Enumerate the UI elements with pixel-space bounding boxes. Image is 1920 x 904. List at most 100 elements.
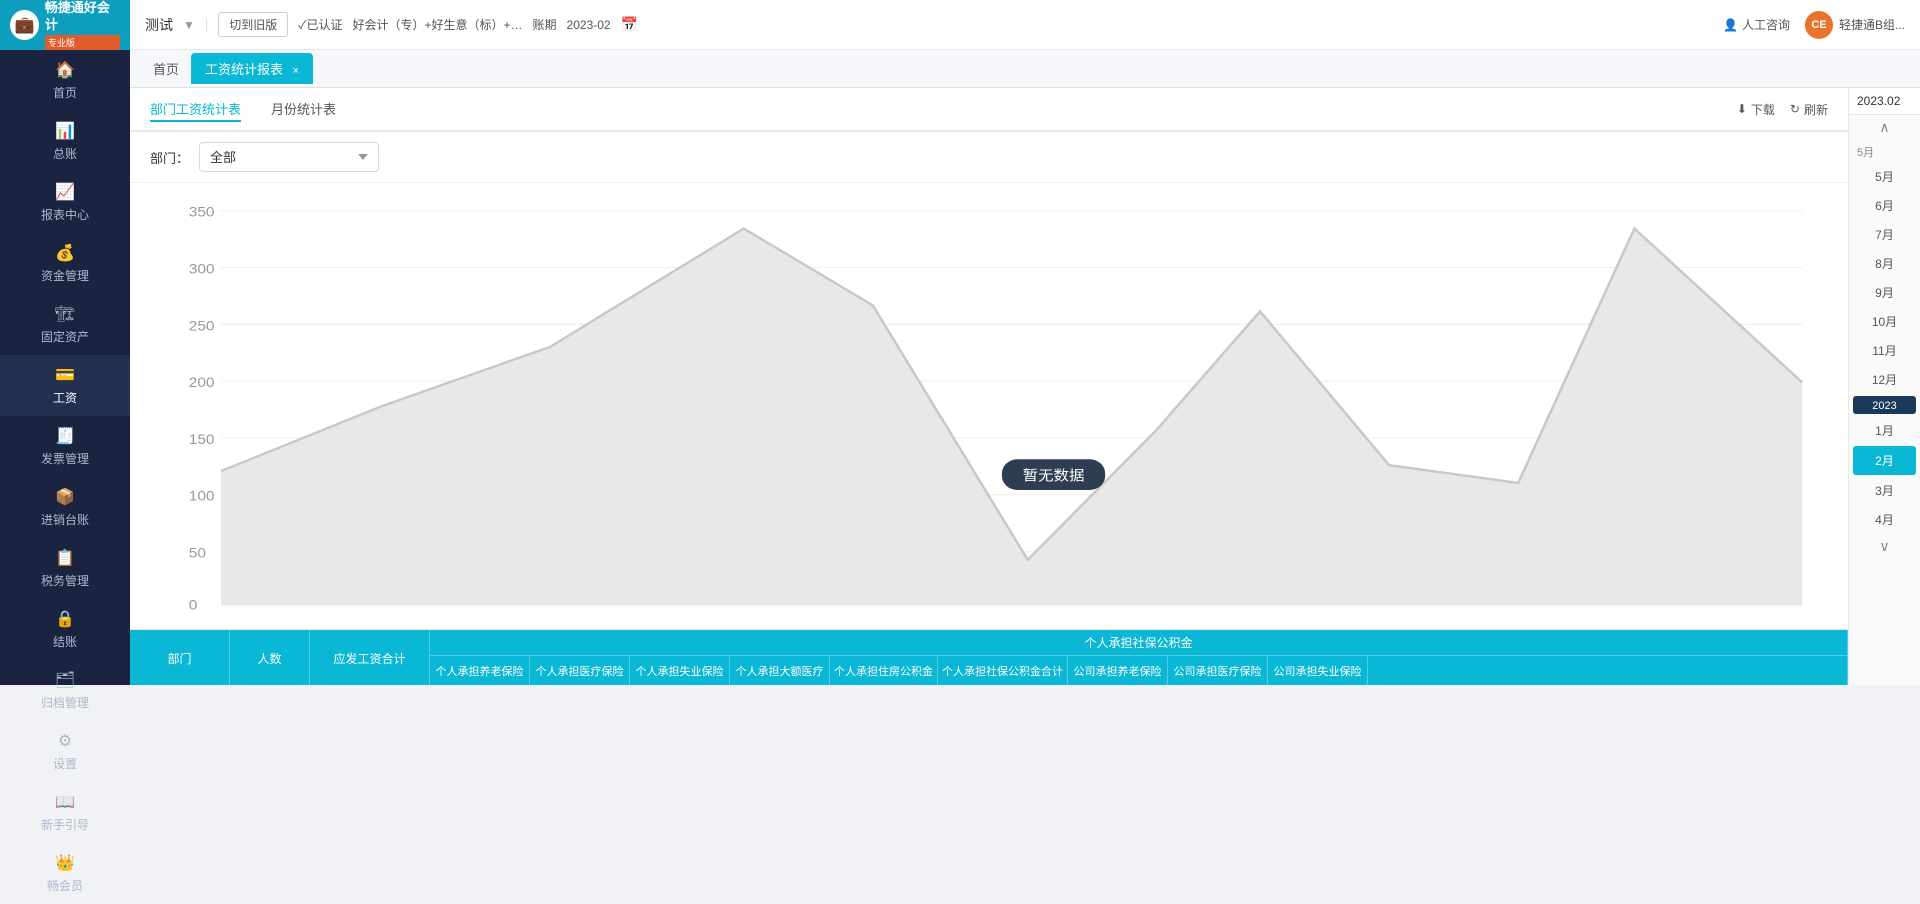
dept-select[interactable]: 全部 — [199, 142, 379, 172]
table-header: 部门 人数 应发工资合计 个人承担社保公积金 — [130, 630, 1848, 685]
switch-old-btn[interactable]: 切到旧版 — [218, 12, 288, 37]
sidebar-label-settings: 设置 — [53, 755, 77, 772]
svg-text:300: 300 — [189, 262, 215, 277]
purchase-icon: 📦 — [55, 487, 75, 507]
tab-salary[interactable]: 工资统计报表 × — [191, 53, 313, 84]
guide-icon: 📖 — [55, 792, 75, 812]
date-panel-value: 2023.02 — [1857, 94, 1900, 108]
sidebar-item-tax[interactable]: 📋 税务管理 — [0, 538, 130, 599]
sub-tab-monthly[interactable]: 月份统计表 — [271, 99, 336, 122]
sidebar-label-close: 结账 — [53, 633, 77, 650]
th-major-medical: 个人承担大额医疗 — [730, 656, 830, 685]
th-company-pension: 公司承担养老保险 — [1068, 656, 1168, 685]
th-group-label: 个人承担社保公积金 — [430, 630, 1847, 656]
tab-close-icon[interactable]: × — [293, 65, 299, 77]
sidebar-item-archive[interactable]: 🗂 归档管理 — [0, 660, 130, 721]
date-scroll-down[interactable]: ∨ — [1849, 534, 1920, 559]
logo-icon: 💼 — [10, 10, 39, 40]
month-4[interactable]: 4月 — [1849, 505, 1920, 534]
svg-text:150: 150 — [189, 432, 215, 447]
refresh-label: 刷新 — [1804, 101, 1828, 118]
th-unemployment: 个人承担失业保险 — [630, 656, 730, 685]
svg-text:暂无数据: 暂无数据 — [1023, 468, 1085, 484]
month-5[interactable]: 5月 — [1849, 162, 1920, 191]
sidebar-label-invoice: 发票管理 — [41, 450, 89, 467]
sidebar-item-purchase[interactable]: 📦 进销台账 — [0, 477, 130, 538]
sidebar-item-reports[interactable]: 📈 报表中心 — [0, 172, 130, 233]
sidebar-label-salary: 工资 — [53, 389, 77, 406]
sidebar-item-salary[interactable]: 💳 工资 — [0, 355, 130, 416]
calendar-icon[interactable]: 📅 — [621, 16, 638, 33]
th-housing-fund: 个人承担住房公积金 — [830, 656, 938, 685]
sub-tab-dept[interactable]: 部门工资统计表 — [150, 99, 241, 122]
sidebar-label-ledger: 总账 — [53, 145, 77, 162]
th-group-cells: 个人承担养老保险 个人承担医疗保险 个人承担失业保险 个人承担大额医疗 — [430, 656, 1847, 685]
svg-text:0: 0 — [189, 598, 198, 613]
sidebar-item-guide[interactable]: 📖 新手引导 — [0, 782, 130, 843]
month-7[interactable]: 7月 — [1849, 220, 1920, 249]
date-scroll-up[interactable]: ∧ — [1849, 115, 1920, 140]
month-10[interactable]: 10月 — [1849, 307, 1920, 336]
ledger-icon: 📊 — [55, 121, 75, 141]
th-company-unemployment: 公司承担失业保险 — [1268, 656, 1368, 685]
sidebar-label-assets: 固定资产 — [41, 328, 89, 345]
chart-area: 350 300 250 200 150 100 50 0 — [130, 183, 1848, 629]
th-company-medical: 公司承担医疗保险 — [1168, 656, 1268, 685]
month-9[interactable]: 9月 — [1849, 278, 1920, 307]
tab-home[interactable]: 首页 — [145, 53, 187, 84]
service-label: 人工咨询 — [1742, 16, 1790, 33]
verified-status: ✓已认证 — [298, 16, 342, 33]
table-area: 部门 人数 应发工资合计 个人承担社保公积金 — [130, 629, 1848, 685]
user-menu[interactable]: CE 轻捷通B组... — [1805, 11, 1905, 39]
download-icon: ⬇ — [1737, 102, 1747, 116]
page-content: 部门工资统计表 月份统计表 ⬇ 下载 ↻ 刷新 — [130, 88, 1920, 685]
app-logo: 💼 畅捷通好会计 专业版 — [0, 0, 130, 50]
date-panel: 2023.02 ∧ 5月 5月 6月 7月 8月 9月 10月 11月 12月 … — [1848, 88, 1920, 685]
funds-icon: 💰 — [55, 243, 75, 263]
archive-icon: 🗂 — [55, 670, 75, 690]
company-dropdown-icon[interactable]: ▼ — [183, 18, 195, 32]
dept-label: 部门： — [150, 148, 189, 167]
month-6[interactable]: 6月 — [1849, 191, 1920, 220]
download-label: 下载 — [1751, 101, 1775, 118]
sidebar: 💼 畅捷通好会计 专业版 🏠 首页 📊 总账 📈 报表中心 💰 资金管理 🏗 固… — [0, 0, 130, 685]
toolbar: 部门： 全部 — [130, 132, 1848, 183]
sidebar-label-archive: 归档管理 — [41, 694, 89, 711]
month-12[interactable]: 12月 — [1849, 365, 1920, 394]
plan-info: 好会计（专）+好生意（标）+… — [353, 16, 523, 33]
th-pension: 个人承担养老保险 — [430, 656, 530, 685]
th-dept: 部门 — [130, 630, 230, 685]
sub-tabbar: 部门工资统计表 月份统计表 ⬇ 下载 ↻ 刷新 — [130, 88, 1848, 132]
tab-salary-label: 工资统计报表 — [205, 62, 283, 77]
svg-text:50: 50 — [189, 546, 206, 561]
sidebar-item-member[interactable]: 👑 畅会员 — [0, 843, 130, 904]
month-3[interactable]: 3月 — [1849, 476, 1920, 505]
sidebar-item-assets[interactable]: 🏗 固定资产 — [0, 294, 130, 355]
sidebar-item-home[interactable]: 🏠 首页 — [0, 50, 130, 111]
sidebar-item-close[interactable]: 🔒 结账 — [0, 599, 130, 660]
sidebar-item-ledger[interactable]: 📊 总账 — [0, 111, 130, 172]
date-panel-header: 2023.02 — [1849, 88, 1920, 115]
refresh-icon: ↻ — [1790, 102, 1800, 116]
company-name[interactable]: 测试 — [145, 15, 173, 35]
month-1[interactable]: 1月 — [1849, 416, 1920, 445]
download-btn[interactable]: ⬇ 下载 — [1737, 101, 1775, 118]
month-2-active[interactable]: 2月 — [1853, 446, 1916, 475]
th-total-salary: 应发工资合计 — [310, 630, 430, 685]
th-medical: 个人承担医疗保险 — [530, 656, 630, 685]
salary-icon: 💳 — [55, 365, 75, 385]
month-8[interactable]: 8月 — [1849, 249, 1920, 278]
service-icon: 👤 — [1723, 18, 1738, 32]
service-btn[interactable]: 👤 人工咨询 — [1723, 16, 1790, 33]
year-2023[interactable]: 2023 — [1853, 396, 1916, 414]
sidebar-item-funds[interactable]: 💰 资金管理 — [0, 233, 130, 294]
month-11[interactable]: 11月 — [1849, 336, 1920, 365]
svg-text:250: 250 — [189, 319, 215, 334]
sidebar-item-settings[interactable]: ⚙ 设置 — [0, 721, 130, 782]
th-personal-total: 个人承担社保公积金合计 — [938, 656, 1068, 685]
th-personal-group: 个人承担社保公积金 个人承担养老保险 个人承担医疗保险 个人承担失业保险 — [430, 630, 1848, 685]
refresh-btn[interactable]: ↻ 刷新 — [1790, 101, 1828, 118]
period-value: 2023-02 — [567, 18, 611, 32]
sidebar-label-home: 首页 — [53, 84, 77, 101]
sidebar-item-invoice[interactable]: 🧾 发票管理 — [0, 416, 130, 477]
